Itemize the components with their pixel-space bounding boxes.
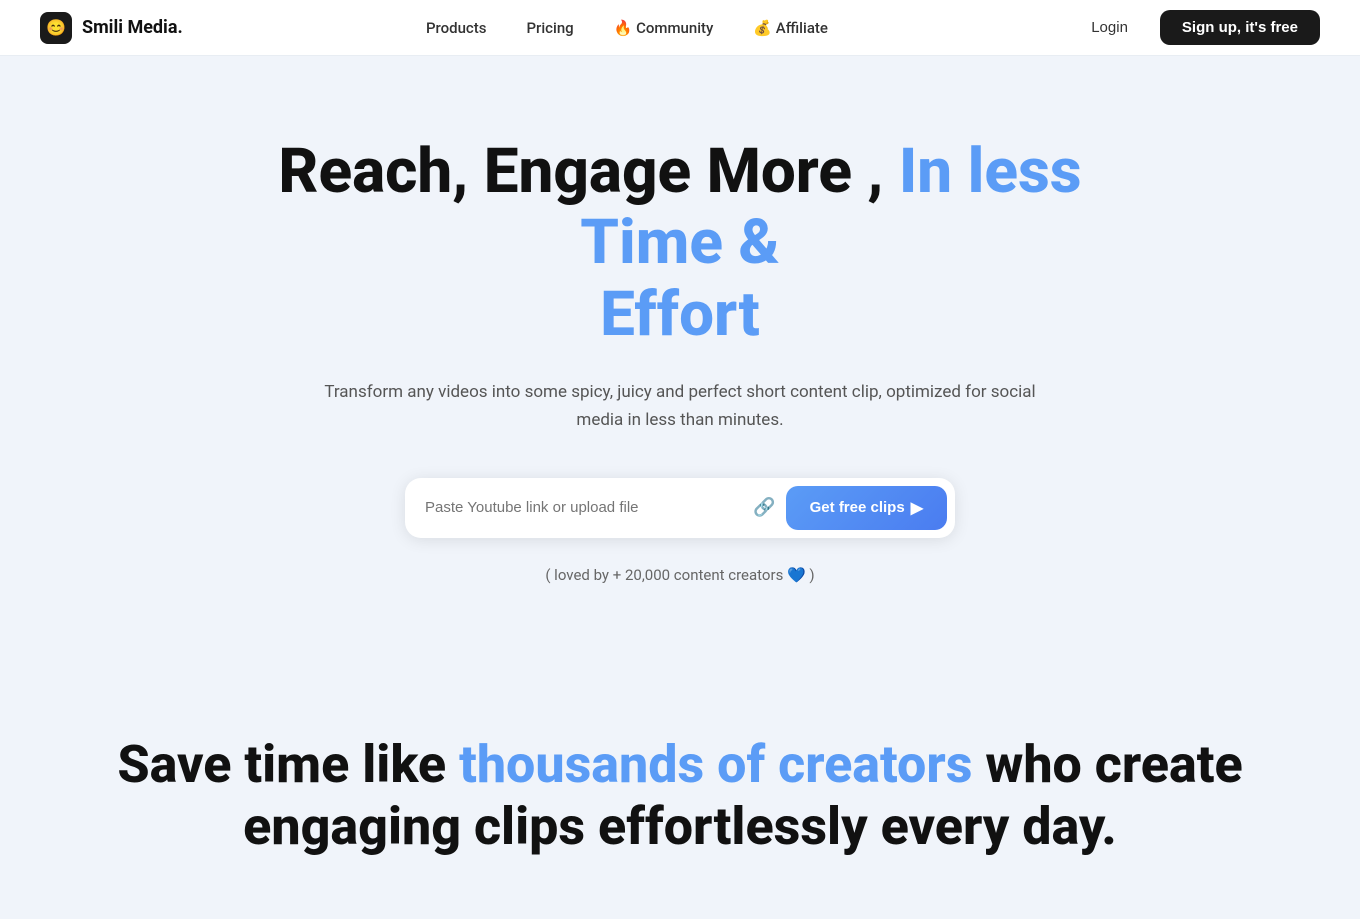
section2-title-line2: engaging clips effortlessly every day. [243, 796, 1117, 857]
section2-title-part3: who create [972, 734, 1242, 795]
section2-title-part1: Save time like [117, 734, 459, 795]
cta-arrow-icon: ▶ [911, 498, 923, 518]
section2: Save time like thousands of creators who… [0, 644, 1360, 919]
section2-title-part2: thousands of creators [459, 734, 972, 795]
logo-text: Smili Media. [82, 17, 183, 38]
nav-affiliate[interactable]: 💰 Affiliate [735, 11, 846, 45]
url-input-row: 🔗 Get free clips ▶ [405, 478, 955, 538]
nav-actions: Login Sign up, it's free [1071, 10, 1320, 45]
nav-products[interactable]: Products [408, 11, 505, 45]
hero-title-part3: Effort [600, 278, 760, 351]
get-free-clips-button[interactable]: Get free clips ▶ [786, 486, 947, 530]
get-free-clips-label: Get free clips [810, 499, 905, 516]
youtube-url-input[interactable] [425, 499, 743, 516]
hero-section: Reach, Engage More , In less Time & Effo… [0, 56, 1360, 644]
nav-pricing[interactable]: Pricing [508, 11, 591, 45]
logo[interactable]: 😊 Smili Media. [40, 12, 183, 44]
section2-title: Save time like thousands of creators who… [60, 734, 1300, 859]
navbar: 😊 Smili Media. Products Pricing 🔥 Commun… [0, 0, 1360, 56]
hero-title: Reach, Engage More , In less Time & Effo… [230, 136, 1130, 350]
upload-icon[interactable]: 🔗 [753, 497, 775, 518]
hero-subtitle: Transform any videos into some spicy, ju… [310, 378, 1050, 434]
signup-button[interactable]: Sign up, it's free [1160, 10, 1320, 45]
social-proof-text: ( loved by + 20,000 content creators 💙 ) [545, 566, 814, 584]
login-button[interactable]: Login [1071, 11, 1148, 44]
hero-title-part1: Reach, Engage More [278, 135, 852, 208]
nav-community[interactable]: 🔥 Community [596, 11, 732, 45]
nav-links: Products Pricing 🔥 Community 💰 Affiliate [408, 11, 846, 45]
hero-title-separator: , [852, 135, 899, 208]
logo-icon: 😊 [40, 12, 72, 44]
